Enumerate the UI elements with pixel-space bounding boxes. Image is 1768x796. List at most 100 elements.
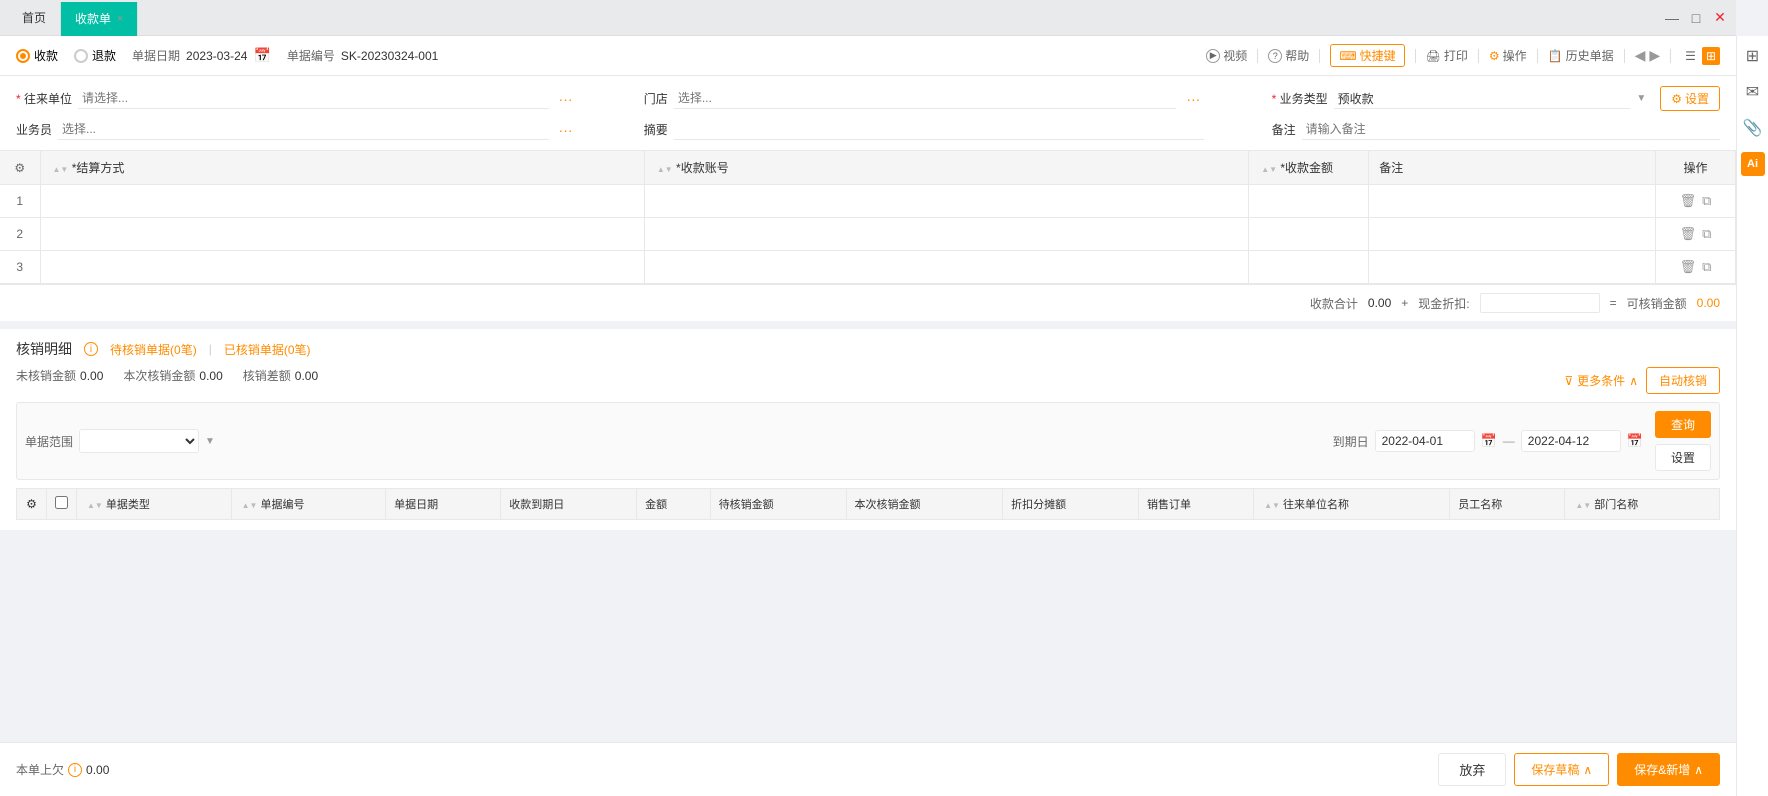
- toolbar-operation[interactable]: ⚙ 操作: [1489, 47, 1527, 64]
- nav-next[interactable]: ▶: [1649, 47, 1660, 64]
- toolbar-shortcut-btn[interactable]: ⌨ 快捷键: [1330, 44, 1404, 67]
- row-2-account[interactable]: [644, 218, 1248, 251]
- cal-from-icon[interactable]: 📅: [1481, 433, 1497, 449]
- rdept-sort[interactable]: ▲▼: [1575, 501, 1591, 510]
- header-toolbar: ▶ 视频 ? 帮助 ⌨ 快捷键 🖨 打印 ⚙ 操作: [1206, 44, 1720, 67]
- voucher-range-select[interactable]: [79, 429, 199, 453]
- partner-input[interactable]: [78, 88, 549, 109]
- row-3-amount[interactable]: [1249, 251, 1369, 284]
- done-tab-link[interactable]: 已核销单据(0笔): [224, 341, 311, 358]
- settings-button[interactable]: ⚙ 设置: [1660, 86, 1720, 111]
- rcol-this: 本次核销金额: [846, 489, 1003, 520]
- action-bar: 本单上欠 i 0.00 放弃 保存草稿 ∧ 保存&新增 ∧: [0, 742, 1736, 796]
- row-1-settlement[interactable]: [40, 185, 644, 218]
- row-2-amount[interactable]: [1249, 218, 1369, 251]
- store-input[interactable]: [674, 88, 1177, 109]
- row-3-copy-btn[interactable]: ⧉: [1702, 259, 1711, 275]
- reconcile-title: 核销明细: [16, 339, 72, 359]
- row-2-delete-btn[interactable]: 🗑: [1680, 226, 1697, 242]
- date-from-input[interactable]: [1375, 430, 1475, 452]
- window-maximize-btn[interactable]: □: [1688, 10, 1704, 26]
- tab-close-icon[interactable]: ×: [117, 13, 123, 25]
- account-sort[interactable]: ▲▼: [657, 165, 673, 174]
- reconcile-info-icon[interactable]: i: [84, 342, 98, 356]
- video-icon: ▶: [1206, 49, 1220, 63]
- voucher-range-label: 单据范围: [25, 433, 73, 450]
- save-draft-chevron[interactable]: ∧: [1583, 763, 1592, 777]
- store-more-btn[interactable]: ···: [1182, 91, 1204, 107]
- row-2-remark[interactable]: [1369, 218, 1656, 251]
- table-settings-icon[interactable]: ⚙: [14, 161, 25, 175]
- rtype-sort[interactable]: ▲▼: [87, 501, 103, 510]
- auto-reconcile-btn[interactable]: 自动核销: [1646, 367, 1720, 394]
- staff-input[interactable]: [58, 119, 549, 140]
- rcol-settings[interactable]: ⚙: [17, 489, 47, 520]
- row-1-remark[interactable]: [1369, 185, 1656, 218]
- rpartner-sort[interactable]: ▲▼: [1264, 501, 1280, 510]
- save-draft-button[interactable]: 保存草稿 ∧: [1514, 753, 1609, 786]
- partner-more-btn[interactable]: ···: [555, 91, 577, 107]
- row-2-ops: 🗑 ⧉: [1656, 218, 1736, 251]
- main-table: ⚙ ▲▼ *结算方式 ▲▼ *收款账号 ▲▼ *收款金额: [0, 151, 1736, 284]
- discard-button[interactable]: 放弃: [1438, 753, 1506, 786]
- discount-input[interactable]: [1480, 293, 1600, 313]
- biz-type-chevron[interactable]: ▼: [1636, 93, 1646, 104]
- summary-input[interactable]: [674, 119, 1205, 140]
- note-input[interactable]: [1302, 119, 1720, 140]
- query-button[interactable]: 查询: [1655, 411, 1711, 438]
- row-3-remark[interactable]: [1369, 251, 1656, 284]
- sidebar-ai-icon[interactable]: Ai: [1741, 152, 1765, 176]
- row-2-settlement[interactable]: [40, 218, 644, 251]
- row-1-amount[interactable]: [1249, 185, 1369, 218]
- biz-type-input[interactable]: [1334, 88, 1631, 109]
- row-3-account[interactable]: [644, 251, 1248, 284]
- radio-refund[interactable]: 退款: [74, 47, 116, 64]
- radio-receive[interactable]: 收款: [16, 47, 58, 64]
- biz-type-field: * 业务类型 ▼ ⚙ 设置: [1272, 86, 1720, 111]
- pending-tab-link[interactable]: 待核销单据(0笔): [110, 341, 197, 358]
- staff-more-btn[interactable]: ···: [555, 122, 577, 138]
- tab-home[interactable]: 首页: [8, 0, 60, 36]
- reconcile-stats: 未核销金额 0.00 本次核销金额 0.00 核销差额 0.00: [16, 367, 318, 384]
- row-1-copy-btn[interactable]: ⧉: [1702, 193, 1711, 209]
- settlement-sort[interactable]: ▲▼: [53, 165, 69, 174]
- bottom-info-icon[interactable]: i: [68, 763, 82, 777]
- select-all-checkbox[interactable]: [55, 496, 68, 509]
- col-settings[interactable]: ⚙: [0, 151, 40, 185]
- sidebar-table-icon[interactable]: ⊞: [1741, 44, 1765, 68]
- table-row: 2 🗑 ⧉: [0, 218, 1736, 251]
- date-to-input[interactable]: [1521, 430, 1621, 452]
- tab-current[interactable]: 收款单 ×: [60, 2, 138, 36]
- row-1-delete-btn[interactable]: 🗑: [1680, 193, 1697, 209]
- save-new-button[interactable]: 保存&新增 ∧: [1617, 753, 1720, 786]
- rno-sort[interactable]: ▲▼: [242, 501, 258, 510]
- toolbar-video[interactable]: ▶ 视频: [1206, 47, 1247, 64]
- staff-field: 业务员 ···: [16, 119, 577, 140]
- row-3-settlement[interactable]: [40, 251, 644, 284]
- reconcile-settings-btn[interactable]: 设置: [1655, 444, 1711, 471]
- save-new-chevron[interactable]: ∧: [1694, 763, 1703, 777]
- view-grid-btn[interactable]: ⊞: [1702, 47, 1720, 65]
- sidebar-mail-icon[interactable]: ✉: [1741, 80, 1765, 104]
- radio-receive-dot: [16, 49, 30, 63]
- sidebar-clip-icon[interactable]: 📎: [1741, 116, 1765, 140]
- row-2-copy-btn[interactable]: ⧉: [1702, 226, 1711, 242]
- amount-sort[interactable]: ▲▼: [1261, 165, 1277, 174]
- toolbar-print[interactable]: 🖨 打印: [1426, 47, 1468, 64]
- row-3-ops: 🗑 ⧉: [1656, 251, 1736, 284]
- search-row: 单据范围 ▼ 到期日 📅 — 📅 查询 设置: [16, 402, 1720, 480]
- window-minimize-btn[interactable]: —: [1664, 10, 1680, 26]
- nav-prev[interactable]: ◀: [1635, 47, 1646, 64]
- more-conditions-btn[interactable]: ⊽ 更多条件 ∧: [1564, 372, 1638, 389]
- cal-to-icon[interactable]: 📅: [1627, 433, 1643, 449]
- net-label: 可核销金额: [1627, 295, 1687, 312]
- toolbar-help[interactable]: ? 帮助: [1268, 47, 1309, 64]
- calendar-icon[interactable]: 📅: [253, 47, 270, 64]
- row-1-account[interactable]: [644, 185, 1248, 218]
- row-3-delete-btn[interactable]: 🗑: [1680, 259, 1697, 275]
- reconcile-table-settings-icon[interactable]: ⚙: [26, 497, 37, 511]
- col-account: ▲▼ *收款账号: [644, 151, 1248, 185]
- toolbar-history[interactable]: 📋 历史单据: [1548, 47, 1614, 64]
- window-close-btn[interactable]: ✕: [1712, 10, 1728, 26]
- view-list-btn[interactable]: ☰: [1681, 47, 1700, 65]
